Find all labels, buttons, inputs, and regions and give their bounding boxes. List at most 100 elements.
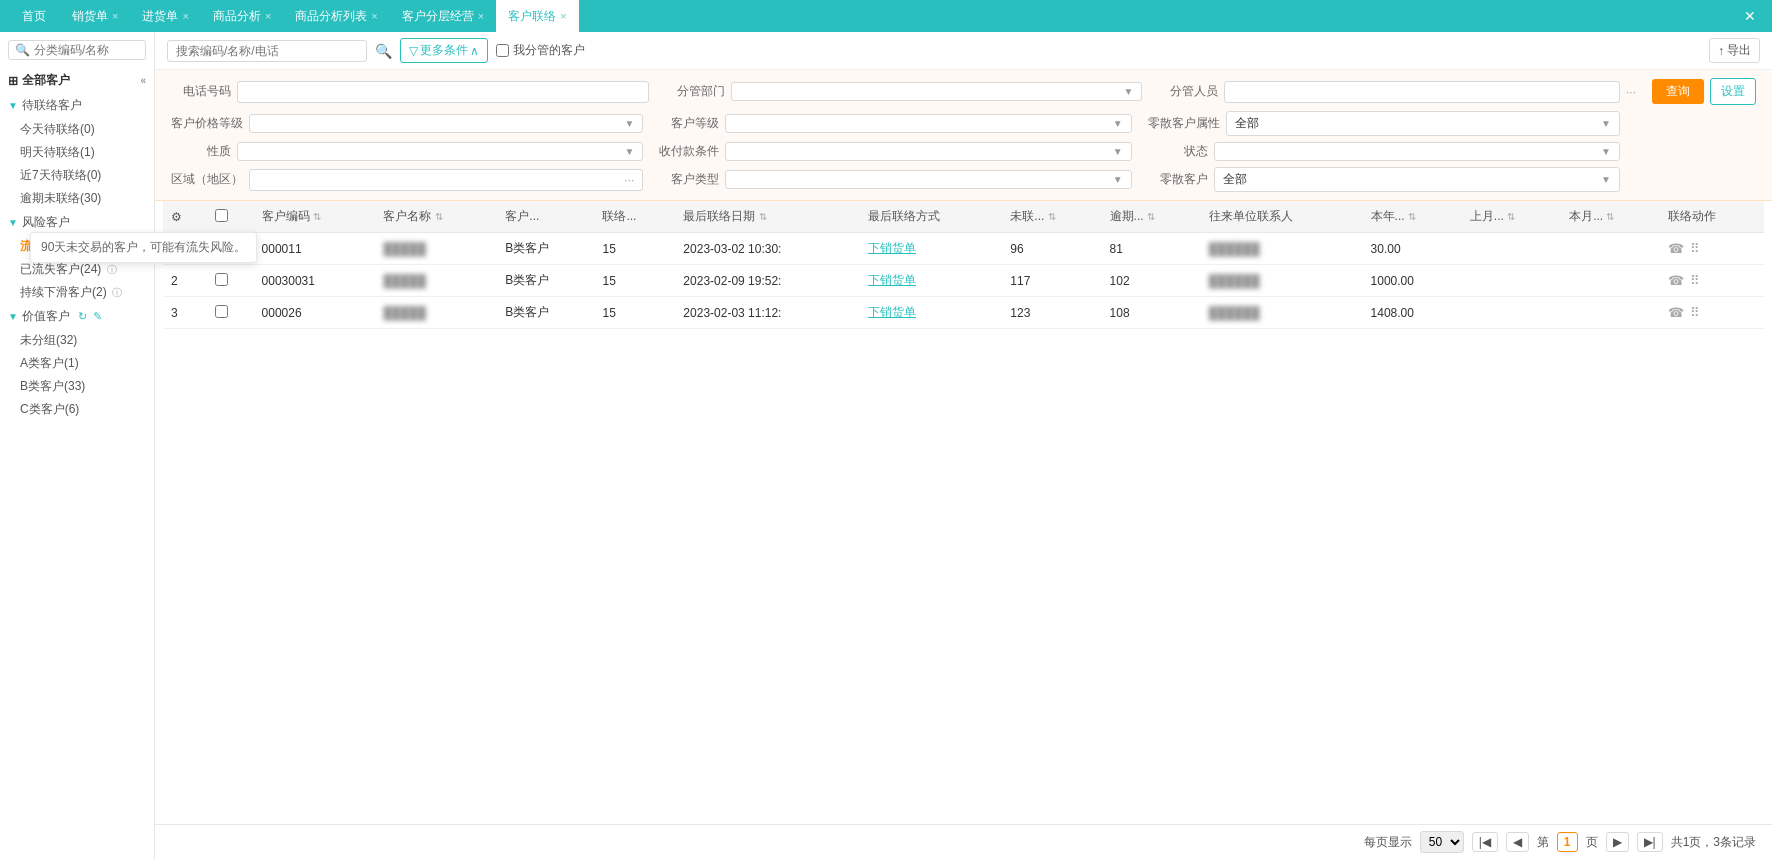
sidebar-item-overdue[interactable]: 逾期未联络(30)	[0, 187, 154, 210]
cell-last-method[interactable]: 下销货单	[860, 233, 1002, 265]
pagination-bar: 每页显示 50 |◀ ◀ 第 1 页 ▶ ▶| 共1页，3条记录	[155, 824, 1772, 859]
th-overdue[interactable]: 逾期... ⇅	[1102, 201, 1201, 233]
customer-type-select[interactable]: ▼	[725, 170, 1131, 189]
th-current-year[interactable]: 本年... ⇅	[1363, 201, 1462, 233]
cell-checkbox[interactable]	[207, 265, 254, 297]
th-name[interactable]: 客户名称 ⇅	[375, 201, 497, 233]
refresh-icon-value[interactable]: ↻	[78, 310, 87, 323]
next-page-button[interactable]: ▶	[1606, 832, 1629, 852]
more-action-icon[interactable]: ⠿	[1690, 305, 1700, 320]
risk-tooltip: 90天未交易的客户，可能有流失风险。	[30, 232, 155, 263]
tab-analysis-close[interactable]: ×	[265, 10, 271, 22]
my-customers-checkbox[interactable]: 我分管的客户	[496, 42, 585, 59]
arrow-icon-value: ▼	[8, 311, 18, 322]
th-current-month[interactable]: 本月... ⇅	[1561, 201, 1660, 233]
th-checkbox[interactable]	[207, 201, 254, 233]
window-close-button[interactable]: ✕	[1736, 8, 1764, 24]
gender-arrow: ▼	[624, 146, 634, 157]
first-page-button[interactable]: |◀	[1472, 832, 1498, 852]
contact-icon[interactable]: ☎	[1668, 305, 1684, 320]
tab-customer-contact[interactable]: 客户联络 ×	[496, 0, 578, 32]
filter-zero-customer: 零散客户 全部 ▼	[1148, 167, 1620, 192]
tab-sales[interactable]: 销货单 ×	[60, 0, 130, 32]
tab-customer-contact-close[interactable]: ×	[560, 10, 566, 22]
region-select[interactable]: ···	[249, 169, 643, 191]
phone-input[interactable]	[237, 81, 649, 103]
collapse-icon: «	[140, 75, 146, 86]
sidebar-group-value[interactable]: ▼ 价值客户 ↻ ✎	[0, 304, 154, 329]
sort-icon-date: ⇅	[759, 211, 767, 222]
more-conditions-button[interactable]: ▽ 更多条件 ∧	[400, 38, 488, 63]
filter-actions: 查询 设置	[1652, 78, 1756, 105]
search-button[interactable]: 🔍	[375, 43, 392, 59]
cell-last-method[interactable]: 下销货单	[860, 297, 1002, 329]
th-un-contact[interactable]: 未联... ⇅	[1002, 201, 1101, 233]
sidebar-item-class-c[interactable]: C类客户(6)	[0, 398, 154, 421]
sidebar-item-declining[interactable]: 持续下滑客户(2) ⓘ	[0, 281, 154, 304]
tab-analysis-list-close[interactable]: ×	[371, 10, 377, 22]
cell-current-month	[1561, 297, 1660, 329]
select-all-checkbox[interactable]	[215, 209, 228, 222]
method-link[interactable]: 下销货单	[868, 305, 916, 319]
edit-icon-value[interactable]: ✎	[93, 310, 102, 323]
tab-analysis[interactable]: 商品分析 ×	[201, 0, 283, 32]
payment-select[interactable]: ▼	[725, 142, 1131, 161]
tab-purchase[interactable]: 进货单 ×	[130, 0, 200, 32]
sidebar-item-ungrouped[interactable]: 未分组(32)	[0, 329, 154, 352]
row-checkbox[interactable]	[215, 273, 228, 286]
th-last-contact-date[interactable]: 最后联络日期 ⇅	[675, 201, 860, 233]
sidebar-root[interactable]: ⊞ 全部客户 «	[0, 68, 154, 93]
tab-sales-close[interactable]: ×	[112, 10, 118, 22]
more-action-icon[interactable]: ⠿	[1690, 273, 1700, 288]
gender-select[interactable]: ▼	[237, 142, 643, 161]
sidebar-search-box[interactable]: 🔍	[8, 40, 146, 60]
manager-dots[interactable]: ···	[1626, 85, 1636, 99]
sidebar-search-input[interactable]	[34, 43, 139, 57]
sidebar: 🔍 ⊞ 全部客户 « ▼ 待联络客户 今天待联络(0) 明天待联络(1) 近7天…	[0, 32, 155, 859]
tab-customer-tier[interactable]: 客户分层经营 ×	[390, 0, 496, 32]
sidebar-item-tomorrow[interactable]: 明天待联络(1)	[0, 141, 154, 164]
method-link[interactable]: 下销货单	[868, 273, 916, 287]
sort-icon-un: ⇅	[1048, 211, 1056, 222]
contact-icon[interactable]: ☎	[1668, 241, 1684, 256]
export-button[interactable]: ↑ 导出	[1709, 38, 1760, 63]
cell-last-method[interactable]: 下销货单	[860, 265, 1002, 297]
sort-icon-name: ⇅	[435, 211, 443, 222]
tab-customer-tier-close[interactable]: ×	[478, 10, 484, 22]
search-input[interactable]	[167, 40, 367, 62]
row-checkbox[interactable]	[215, 305, 228, 318]
sidebar-item-class-b[interactable]: B类客户(33)	[0, 375, 154, 398]
query-button[interactable]: 查询	[1652, 79, 1704, 104]
th-contact-count: 联络...	[594, 201, 675, 233]
last-page-button[interactable]: ▶|	[1637, 832, 1663, 852]
th-settings[interactable]: ⚙	[163, 201, 207, 233]
status-select[interactable]: ▼	[1214, 142, 1620, 161]
tab-purchase-close[interactable]: ×	[182, 10, 188, 22]
filter-region: 区域（地区） ···	[171, 169, 643, 191]
my-customers-check[interactable]	[496, 44, 509, 57]
sidebar-item-today[interactable]: 今天待联络(0)	[0, 118, 154, 141]
sidebar-group-pending[interactable]: ▼ 待联络客户	[0, 93, 154, 118]
per-page-select[interactable]: 50	[1420, 831, 1464, 853]
settings-button[interactable]: 设置	[1710, 78, 1756, 105]
manager-input[interactable]	[1224, 81, 1620, 103]
th-last-month[interactable]: 上月... ⇅	[1462, 201, 1561, 233]
price-level-select[interactable]: ▼	[249, 114, 643, 133]
branch-select[interactable]: ▼	[731, 82, 1143, 101]
tab-analysis-list[interactable]: 商品分析列表 ×	[283, 0, 389, 32]
branch-select-arrow: ▼	[1123, 86, 1133, 97]
region-dots[interactable]: ···	[624, 173, 634, 187]
contact-icon[interactable]: ☎	[1668, 273, 1684, 288]
zero-customer-select[interactable]: 全部 ▼	[1214, 167, 1620, 192]
zero-attr-select[interactable]: 全部 ▼	[1226, 111, 1620, 136]
tab-home[interactable]: 首页	[8, 0, 60, 32]
cell-checkbox[interactable]	[207, 297, 254, 329]
customer-level-select[interactable]: ▼	[725, 114, 1131, 133]
prev-page-button[interactable]: ◀	[1506, 832, 1529, 852]
sidebar-item-class-a[interactable]: A类客户(1)	[0, 352, 154, 375]
more-action-icon[interactable]: ⠿	[1690, 241, 1700, 256]
th-code[interactable]: 客户编码 ⇅	[254, 201, 376, 233]
method-link[interactable]: 下销货单	[868, 241, 916, 255]
info-icon-declining: ⓘ	[112, 287, 122, 298]
sidebar-item-7days[interactable]: 近7天待联络(0)	[0, 164, 154, 187]
